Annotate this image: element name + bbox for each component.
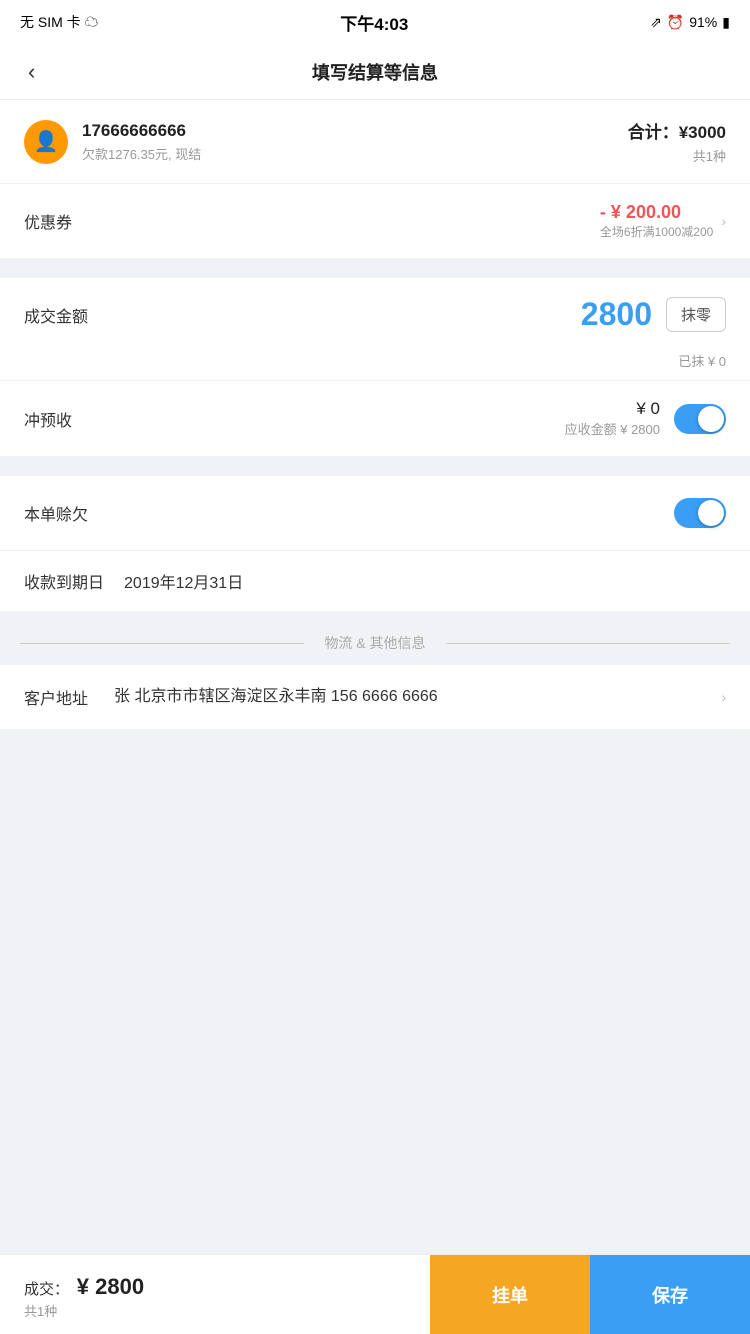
coupon-amount: - ¥ 200.00: [600, 202, 713, 223]
coupon-label: 优惠券: [24, 209, 72, 233]
prepay-sub: 应收金额 ¥ 2800: [565, 419, 660, 438]
customer-left: 👤 17666666666 欠款1276.35元, 现结: [24, 120, 201, 164]
coupon-row[interactable]: 优惠券 - ¥ 200.00 全场6折满1000减200 ›: [0, 183, 750, 258]
owing-toggle[interactable]: [674, 498, 726, 528]
prepay-amount-wrap: ¥ 0 应收金额 ¥ 2800: [565, 399, 660, 438]
chevron-right-icon: ›: [721, 213, 726, 229]
duedate-label: 收款到期日: [24, 569, 104, 593]
toggle-thumb: [698, 406, 724, 432]
round-button[interactable]: 抹零: [666, 297, 726, 332]
bottom-deal-row: 成交： ¥ 2800: [24, 1269, 430, 1301]
bottom-deal-amount: ¥ 2800: [77, 1274, 144, 1299]
battery-icon: ▮: [722, 14, 730, 31]
deal-section: 成交金额 2800 抹零 已抹 ¥ 0 冲预收 ¥ 0 应收金额 ¥ 2800: [0, 278, 750, 456]
customer-info: 17666666666 欠款1276.35元, 现结: [82, 121, 201, 163]
logistics-label: 物流 & 其他信息: [324, 633, 425, 653]
save-button[interactable]: 保存: [590, 1255, 750, 1334]
divider-line-right: [446, 643, 730, 644]
sim-label: 无 SIM 卡 ☁: [20, 12, 99, 32]
coupon-right: - ¥ 200.00 全场6折满1000减200 ›: [600, 202, 726, 240]
battery-label: 91%: [689, 14, 717, 30]
customer-sub: 欠款1276.35元, 现结: [82, 144, 201, 163]
prepay-right: ¥ 0 应收金额 ¥ 2800: [565, 399, 726, 438]
location-icon: ⇗: [650, 14, 662, 31]
customer-section: 👤 17666666666 欠款1276.35元, 现结 合计：¥3000 共1…: [0, 100, 750, 258]
prepay-label: 冲预收: [24, 407, 72, 431]
bottom-bar: 成交： ¥ 2800 共1种 挂单 保存: [0, 1254, 750, 1334]
avatar: 👤: [24, 120, 68, 164]
owing-toggle-thumb: [698, 500, 724, 526]
status-time: 下午4:03: [340, 10, 408, 35]
status-bar: 无 SIM 卡 ☁ 下午4:03 ⇗ ⏰ 91% ▮: [0, 0, 750, 44]
address-value: 张 北京市市辖区海淀区永丰南 156 6666 6666: [114, 685, 721, 709]
deal-sub-text: 已抹 ¥ 0: [0, 351, 750, 380]
owing-row: 本单赊欠: [0, 476, 750, 550]
deal-amount-value: 2800: [581, 296, 652, 333]
nav-bar: ‹ 填写结算等信息: [0, 44, 750, 100]
address-chevron-icon: ›: [721, 689, 726, 705]
address-row[interactable]: 客户地址 张 北京市市辖区海淀区永丰南 156 6666 6666 ›: [0, 665, 750, 729]
prepay-row: 冲预收 ¥ 0 应收金额 ¥ 2800: [0, 380, 750, 456]
prepay-amount: ¥ 0: [565, 399, 660, 419]
prepay-toggle[interactable]: [674, 404, 726, 434]
bottom-deal-label: 成交：: [24, 1281, 69, 1298]
divider-line-left: [20, 643, 304, 644]
deal-right: 2800 抹零: [581, 296, 726, 333]
section-divider-2: [0, 466, 750, 476]
coupon-amount-wrap: - ¥ 200.00 全场6折满1000减200: [600, 202, 713, 240]
section-divider-1: [0, 268, 750, 278]
duedate-row: 收款到期日 2019年12月31日: [0, 550, 750, 611]
bottom-summary: 成交： ¥ 2800 共1种: [0, 1255, 430, 1334]
customer-row: 👤 17666666666 欠款1276.35元, 现结 合计：¥3000 共1…: [0, 100, 750, 183]
duedate-value: 2019年12月31日: [124, 569, 243, 593]
owing-label: 本单赊欠: [24, 501, 88, 525]
status-right: ⇗ ⏰ 91% ▮: [650, 14, 730, 31]
coupon-desc: 全场6折满1000减200: [600, 223, 713, 240]
customer-phone: 17666666666: [82, 121, 201, 141]
hang-button[interactable]: 挂单: [430, 1255, 590, 1334]
customer-total: 合计：¥3000: [628, 118, 726, 143]
deal-label: 成交金额: [24, 303, 88, 327]
customer-right: 合计：¥3000 共1种: [628, 118, 726, 165]
owing-section: 本单赊欠 收款到期日 2019年12月31日: [0, 476, 750, 611]
address-label: 客户地址: [24, 685, 94, 709]
bottom-count: 共1种: [24, 1301, 430, 1320]
status-left: 无 SIM 卡 ☁: [20, 12, 99, 32]
avatar-icon: 👤: [34, 129, 59, 154]
customer-count: 共1种: [628, 146, 726, 165]
bottom-spacer: [0, 729, 750, 819]
logistics-divider: 物流 & 其他信息: [0, 621, 750, 665]
alarm-icon: ⏰: [667, 14, 684, 31]
back-button[interactable]: ‹: [20, 51, 43, 93]
deal-amount-row: 成交金额 2800 抹零: [0, 278, 750, 351]
page-title: 填写结算等信息: [312, 59, 438, 85]
